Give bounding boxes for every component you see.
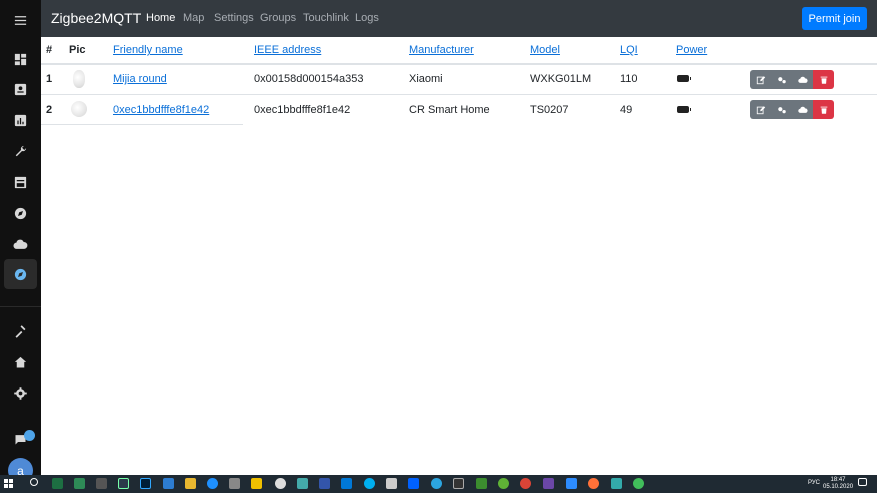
row-actions <box>750 70 834 89</box>
edge-icon[interactable] <box>341 478 352 489</box>
app-icon[interactable] <box>275 478 286 489</box>
telegram-icon[interactable] <box>431 478 442 489</box>
row-divider <box>41 124 243 125</box>
edit-icon[interactable] <box>750 70 771 89</box>
manufacturer: CR Smart Home <box>409 104 490 116</box>
edit-icon[interactable] <box>750 100 771 119</box>
col-header-pic: Pic <box>69 44 86 56</box>
ieee-address: 0xec1bbdfffe8f1e42 <box>254 104 351 116</box>
nav-home[interactable]: Home <box>146 12 175 24</box>
device-image <box>71 101 87 117</box>
ieee-address: 0x00158d000154a353 <box>254 73 364 85</box>
excel-icon[interactable] <box>52 478 63 489</box>
app-icon[interactable] <box>476 478 487 489</box>
ha-sidebar: a <box>0 0 41 483</box>
col-header-ieee[interactable]: IEEE address <box>254 44 321 56</box>
app-icon[interactable] <box>96 478 107 489</box>
configure-icon[interactable] <box>771 100 792 119</box>
clock-date: 05.10.2020 <box>823 484 854 490</box>
nav-map[interactable]: Map <box>183 12 204 24</box>
col-header-index: # <box>46 44 53 56</box>
cloud-icon[interactable] <box>792 70 813 89</box>
overview-icon[interactable] <box>0 44 41 74</box>
supervisor-icon[interactable] <box>0 347 41 377</box>
action-center-icon[interactable] <box>858 478 867 486</box>
search-icon[interactable] <box>30 478 38 486</box>
brand-title[interactable]: Zigbee2MQTT <box>51 10 141 26</box>
language-indicator[interactable]: РУС <box>808 480 820 486</box>
device-image <box>73 70 85 88</box>
hammer-icon[interactable] <box>0 316 41 346</box>
trash-icon[interactable] <box>813 70 834 89</box>
col-header-power[interactable]: Power <box>676 44 707 56</box>
history-icon[interactable] <box>0 105 41 135</box>
lqi: 49 <box>620 104 633 116</box>
app-icon[interactable] <box>74 478 85 489</box>
app-icon[interactable] <box>386 478 397 489</box>
skype-icon[interactable] <box>364 478 375 489</box>
nav-touchlink[interactable]: Touchlink <box>303 12 349 24</box>
manufacturer: Xiaomi <box>409 73 443 85</box>
col-header-manufacturer[interactable]: Manufacturer <box>409 44 474 56</box>
zoom-icon[interactable] <box>566 478 577 489</box>
app-icon[interactable] <box>633 478 644 489</box>
app-icon[interactable] <box>498 478 509 489</box>
notifications-icon[interactable] <box>0 424 41 454</box>
terminal-icon[interactable] <box>453 478 464 489</box>
notification-badge <box>24 430 35 441</box>
app-icon[interactable] <box>163 478 174 489</box>
folder-icon[interactable] <box>185 478 196 489</box>
top-navbar: Zigbee2MQTT Home Map Settings Groups Tou… <box>41 0 877 37</box>
windows-taskbar: РУС 18:47 05.10.2020 <box>0 475 877 493</box>
clock-time: 18:47 <box>830 477 846 483</box>
nav-settings[interactable]: Settings <box>214 12 254 24</box>
menu-icon[interactable] <box>0 5 41 35</box>
cloud-icon[interactable] <box>792 100 813 119</box>
permit-join-button[interactable]: Permit join <box>802 7 867 30</box>
nav-logs[interactable]: Logs <box>355 12 379 24</box>
col-header-friendly-name[interactable]: Friendly name <box>113 44 183 56</box>
row-index: 2 <box>46 104 53 116</box>
model: WXKG01LM <box>530 73 592 85</box>
app-icon[interactable] <box>229 478 240 489</box>
model: TS0207 <box>530 104 569 116</box>
battery-icon <box>677 106 691 113</box>
wrench-icon[interactable] <box>0 136 41 166</box>
app-icon[interactable] <box>611 478 622 489</box>
zigbee2mqtt-icon[interactable] <box>4 259 37 289</box>
settings-gear-icon[interactable] <box>0 378 41 408</box>
friendly-name-link[interactable]: Mijia round <box>113 73 167 85</box>
trash-icon[interactable] <box>813 100 834 119</box>
configure-icon[interactable] <box>771 70 792 89</box>
app-icon[interactable] <box>319 478 330 489</box>
row-divider <box>41 94 877 95</box>
compass-icon[interactable] <box>0 198 41 228</box>
app-icon[interactable] <box>251 478 262 489</box>
table-header-divider <box>41 63 877 65</box>
sidebar-divider <box>0 306 41 307</box>
cloud-icon[interactable] <box>0 229 41 259</box>
col-header-model[interactable]: Model <box>530 44 560 56</box>
battery-icon <box>677 75 691 82</box>
firefox-icon[interactable] <box>588 478 599 489</box>
app-icon[interactable] <box>207 478 218 489</box>
windows-start-icon[interactable] <box>4 479 14 489</box>
chrome-icon[interactable] <box>520 478 531 489</box>
friendly-name-link[interactable]: 0xec1bbdfffe8f1e42 <box>113 104 209 116</box>
row-actions <box>750 100 834 119</box>
col-header-lqi[interactable]: LQI <box>620 44 638 56</box>
row-index: 1 <box>46 73 53 85</box>
hacs-icon[interactable] <box>0 167 41 197</box>
vscode-icon[interactable] <box>543 478 554 489</box>
lightroom-icon[interactable] <box>118 478 129 489</box>
taskbar-clock[interactable]: 18:47 05.10.2020 <box>823 477 853 491</box>
map-icon[interactable] <box>0 74 41 104</box>
dropbox-icon[interactable] <box>408 478 419 489</box>
nav-groups[interactable]: Groups <box>260 12 296 24</box>
lqi: 110 <box>620 73 638 85</box>
app-icon[interactable] <box>297 478 308 489</box>
photoshop-icon[interactable] <box>140 478 151 489</box>
